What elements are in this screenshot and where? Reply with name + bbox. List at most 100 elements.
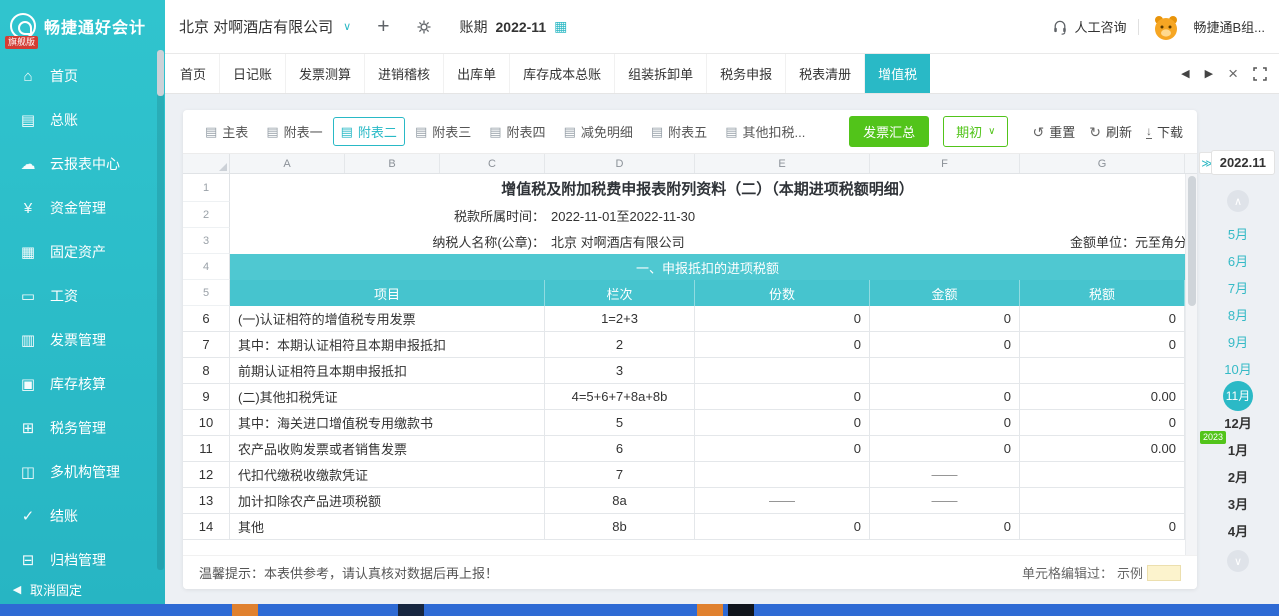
cell-amount[interactable] <box>870 358 1020 384</box>
add-icon[interactable]: + <box>377 16 389 37</box>
row-number[interactable]: 10 <box>183 410 230 436</box>
select-all-corner[interactable] <box>183 154 230 173</box>
report-title[interactable]: 增值税及附加税费申报表附列资料（二）（本期进项税额明细） <box>230 174 1185 202</box>
month-item[interactable]: 2月 <box>1197 463 1279 490</box>
month-item[interactable]: 5月 <box>1197 220 1279 247</box>
month-item[interactable]: 7月 <box>1197 274 1279 301</box>
taskbar-item[interactable] <box>728 604 754 616</box>
cell-item[interactable]: (二)其他扣税凭证 <box>230 384 545 410</box>
row-number[interactable]: 5 <box>183 280 230 306</box>
cell-count[interactable] <box>695 462 870 488</box>
cell-amount[interactable]: 0 <box>870 436 1020 462</box>
tab[interactable]: 组装拆卸单 × <box>614 54 706 93</box>
tab[interactable]: 发票测算 × <box>285 54 364 93</box>
sidebar-item[interactable]: ▤ 总账 <box>0 98 165 142</box>
avatar[interactable] <box>1151 12 1181 42</box>
cell-amount[interactable]: 0 <box>870 306 1020 332</box>
cell-count[interactable] <box>695 358 870 384</box>
accounting-period[interactable]: 账期 2022-11 ▦ <box>460 17 568 37</box>
sidebar-item[interactable]: ▭ 工资 <box>0 274 165 318</box>
cell-column-no[interactable]: 6 <box>545 436 695 462</box>
cell-column-no[interactable]: 2 <box>545 332 695 358</box>
cell-amount[interactable]: 0 <box>870 514 1020 540</box>
cell-count[interactable]: 0 <box>695 332 870 358</box>
sidebar-scrollbar[interactable] <box>157 50 164 570</box>
row-number[interactable]: 2 <box>183 202 230 228</box>
tab[interactable]: 税务申报 × <box>706 54 785 93</box>
cell-item[interactable]: (一)认证相符的增值税专用发票 <box>230 306 545 332</box>
tax-period-label[interactable]: 税款所属时间： <box>230 202 545 228</box>
month-item[interactable]: 6月 <box>1197 247 1279 274</box>
column-header[interactable]: E <box>695 154 870 173</box>
row-number[interactable]: 13 <box>183 488 230 514</box>
taxpayer-value[interactable]: 北京 对啊酒店有限公司 <box>545 228 1027 254</box>
sidebar-item[interactable]: ⌂ 首页 <box>0 54 165 98</box>
schedule-subtab[interactable]: ▤ 减免明细 <box>556 117 641 146</box>
tab[interactable]: 日记账 × <box>219 54 285 93</box>
invoice-summary-button[interactable]: 发票汇总 <box>849 116 930 147</box>
cell-count[interactable]: 0 <box>695 514 870 540</box>
tab-scroll-left-icon[interactable]: ◀ <box>1181 67 1189 80</box>
column-header[interactable]: D <box>545 154 695 173</box>
cell-column-no[interactable]: 5 <box>545 410 695 436</box>
cell-column-no[interactable]: 4=5+6+7+8a+8b <box>545 384 695 410</box>
schedule-subtab[interactable]: ▤ 附表三 <box>407 117 479 146</box>
cell-count[interactable]: 0 <box>695 384 870 410</box>
cell-count[interactable]: 0 <box>695 410 870 436</box>
column-header[interactable]: A <box>230 154 345 173</box>
cell-item[interactable]: 其中：本期认证相符且本期申报抵扣 <box>230 332 545 358</box>
scroll-down-button[interactable]: ∨ <box>1227 550 1249 572</box>
cell-count[interactable]: 0 <box>695 306 870 332</box>
month-item[interactable]: 9月 <box>1197 328 1279 355</box>
cell-item[interactable]: 前期认证相符且本期申报抵扣 <box>230 358 545 384</box>
sidebar-item[interactable]: ☁ 云报表中心 <box>0 142 165 186</box>
row-number[interactable]: 6 <box>183 306 230 332</box>
user-name[interactable]: 畅捷通B组... <box>1193 17 1265 36</box>
schedule-subtab[interactable]: ▤ 附表四 <box>481 117 553 146</box>
sidebar-item[interactable]: ▥ 发票管理 <box>0 318 165 362</box>
cell-column-no[interactable]: 1=2+3 <box>545 306 695 332</box>
sidebar-item[interactable]: ▣ 库存核算 <box>0 362 165 406</box>
month-item[interactable]: 2023 1月 <box>1197 431 1279 463</box>
sidebar-item[interactable]: ◫ 多机构管理 <box>0 450 165 494</box>
close-all-tabs-icon[interactable]: × <box>1228 65 1238 82</box>
cell-count[interactable]: —— <box>695 488 870 514</box>
cell-item[interactable]: 其中：海关进口增值税专用缴款书 <box>230 410 545 436</box>
row-number[interactable]: 7 <box>183 332 230 358</box>
schedule-subtab[interactable]: ▤ 其他扣税... <box>717 117 813 146</box>
column-header[interactable]: G <box>1020 154 1185 173</box>
cell-column-no[interactable]: 8a <box>545 488 695 514</box>
sidebar-item[interactable]: ¥ 资金管理 <box>0 186 165 230</box>
column-header[interactable]: B <box>345 154 440 173</box>
refresh-button[interactable]: ↻ 刷新 <box>1089 122 1132 141</box>
reset-button[interactable]: ↺ 重置 <box>1032 122 1075 141</box>
sheet-scrollbar-thumb[interactable] <box>1188 176 1196 306</box>
cell-tax[interactable]: 0.00 <box>1020 384 1185 410</box>
cell-column-no[interactable]: 7 <box>545 462 695 488</box>
gear-icon[interactable] <box>416 19 432 35</box>
cell-item[interactable]: 其他 <box>230 514 545 540</box>
taskbar-item[interactable] <box>697 604 723 616</box>
row-number[interactable]: 14 <box>183 514 230 540</box>
cell-tax[interactable]: 0 <box>1020 306 1185 332</box>
cell-amount[interactable]: —— <box>870 488 1020 514</box>
taxpayer-label[interactable]: 纳税人名称(公章)： <box>230 228 545 254</box>
row-number[interactable]: 11 <box>183 436 230 462</box>
tab[interactable]: 库存成本总账 × <box>509 54 614 93</box>
cell-amount[interactable]: 0 <box>870 384 1020 410</box>
cell-tax[interactable]: 0 <box>1020 514 1185 540</box>
cell-tax[interactable]: 0 <box>1020 410 1185 436</box>
tab[interactable]: 进销稽核 × <box>364 54 443 93</box>
cell-tax[interactable] <box>1020 462 1185 488</box>
cell-item[interactable]: 加计扣除农产品进项税额 <box>230 488 545 514</box>
row-number[interactable]: 4 <box>183 254 230 280</box>
fullscreen-icon[interactable] <box>1253 66 1267 81</box>
download-button[interactable]: ↓ 下载 <box>1145 122 1183 141</box>
schedule-subtab[interactable]: ▤ 附表二 <box>332 117 405 146</box>
month-item[interactable]: 4月 <box>1197 517 1279 544</box>
sidebar-item[interactable]: ✓ 结账 <box>0 494 165 538</box>
scroll-up-button[interactable]: ∧ <box>1227 190 1249 212</box>
column-header[interactable]: F <box>870 154 1020 173</box>
schedule-subtab[interactable]: ▤ 主表 <box>197 117 256 146</box>
taskbar-item[interactable] <box>232 604 258 616</box>
